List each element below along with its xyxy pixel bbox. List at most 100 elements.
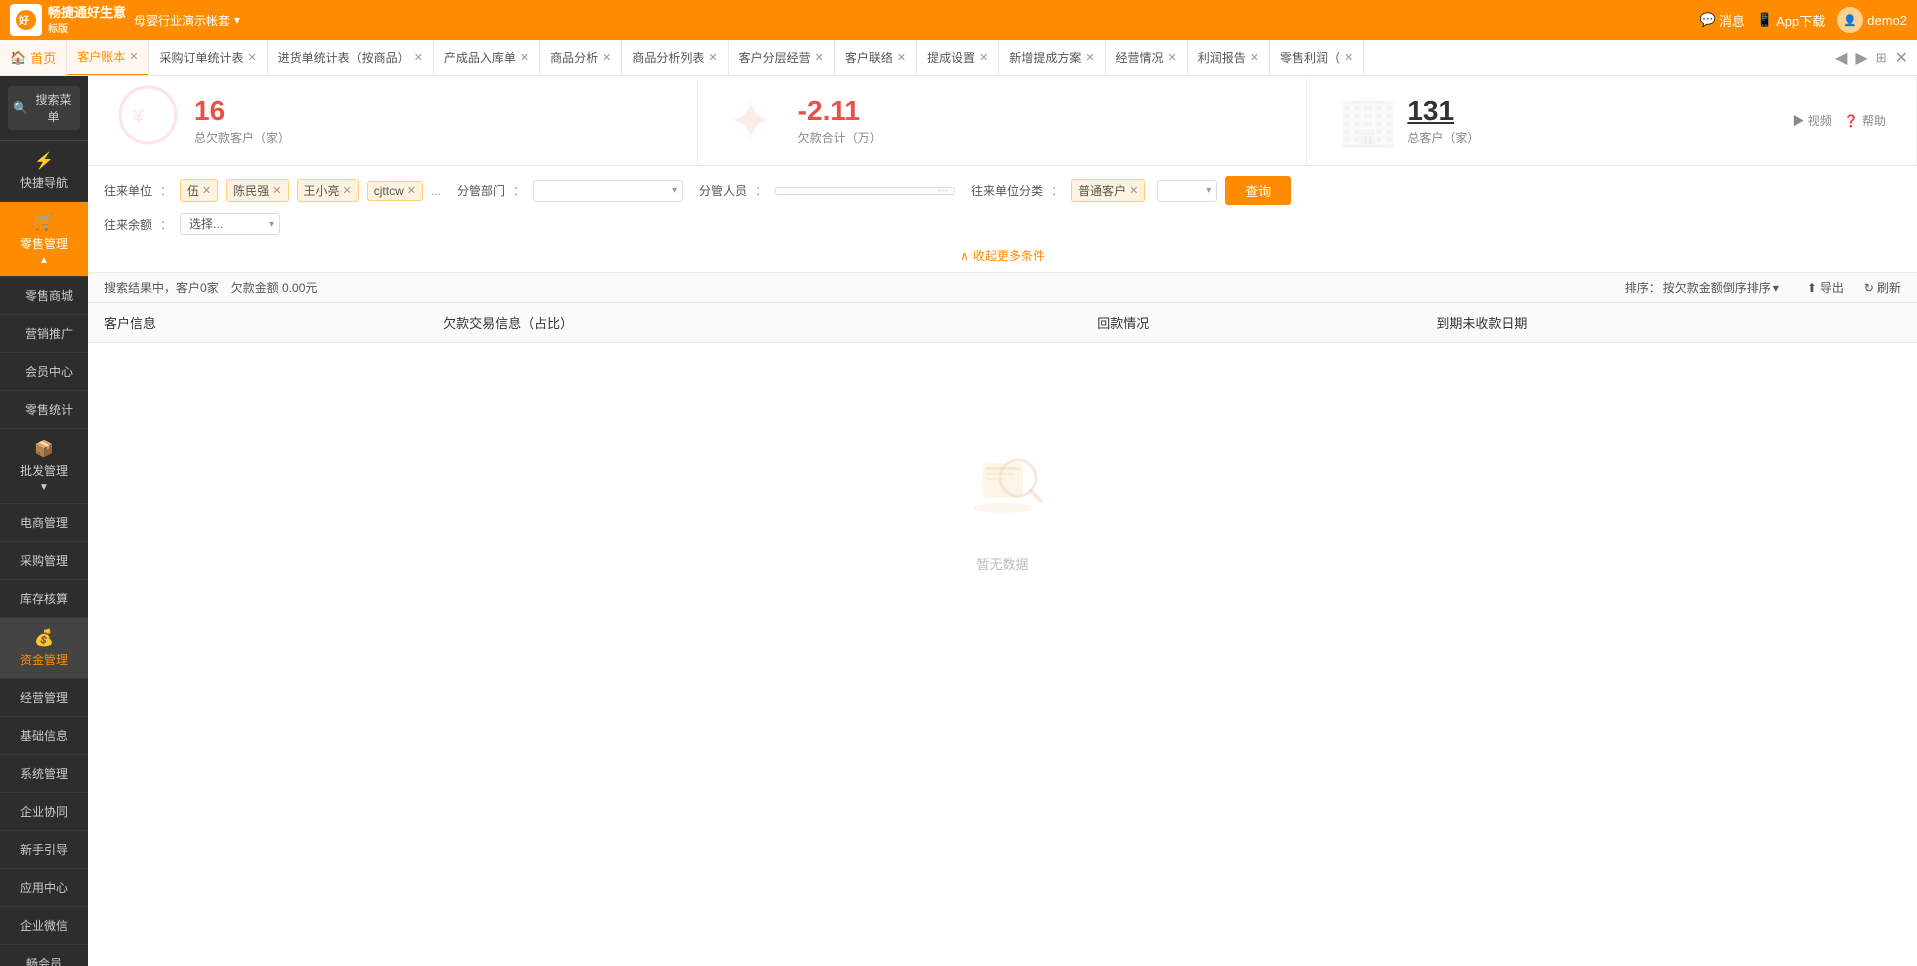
sidebar-item-operations-mgmt-label: 经营管理 <box>20 689 68 706</box>
sidebar-item-wholesale[interactable]: 📦 批发管理 ▼ <box>0 429 88 504</box>
unit-class-select-wrap: ▾ <box>1157 180 1217 202</box>
tab-customer-account[interactable]: 客户账本 ✕ <box>67 40 149 76</box>
tab-customer-segment[interactable]: 客户分层经营 ✕ <box>729 40 835 76</box>
sidebar-item-inventory[interactable]: 库存核算 <box>0 580 88 618</box>
tab-new-reminder[interactable]: 新增提成方案 ✕ <box>999 40 1105 76</box>
person-input-wrap[interactable]: ··· <box>775 187 955 195</box>
refresh-button[interactable]: ↻ 刷新 <box>1864 279 1901 296</box>
quick-nav-icon: ⚡ <box>34 151 54 171</box>
filter-tag-cjttcw-text: cjttcw <box>374 184 404 198</box>
tab-product-entry[interactable]: 产成品入库单 ✕ <box>434 40 540 76</box>
tab-customer-contact[interactable]: 客户联络 ✕ <box>835 40 917 76</box>
tab-customer-account-label: 客户账本 <box>77 48 125 65</box>
video-btn[interactable]: ▶ 视频 <box>1792 112 1831 129</box>
col-customer-info: 客户信息 <box>88 303 427 343</box>
message-btn[interactable]: 💬 消息 <box>1700 11 1745 30</box>
sidebar-item-basic-info[interactable]: 基础信息 <box>0 717 88 755</box>
tab-new-reminder-close[interactable]: ✕ <box>1085 51 1094 64</box>
app-download-btn[interactable]: 📱 App下载 <box>1757 11 1825 30</box>
sidebar-item-enterprise-wechat-label: 企业微信 <box>20 917 68 934</box>
tab-product-analysis-label: 商品分析 <box>550 49 598 66</box>
sort-value: 按欠款金额倒序排序 <box>1663 279 1771 296</box>
filter-more-units[interactable]: ... <box>431 184 441 198</box>
tab-close-all-icon[interactable]: ✕ <box>1892 48 1911 68</box>
tab-reminder-settings-close[interactable]: ✕ <box>979 51 988 64</box>
tab-reminder-settings[interactable]: 提成设置 ✕ <box>917 40 999 76</box>
tab-next-icon[interactable]: ▶ <box>1852 48 1870 68</box>
col-repayment: 回款情况 <box>1081 303 1420 343</box>
account-dropdown[interactable]: 母婴行业演示帐套 ▾ <box>134 12 240 29</box>
sidebar-item-vip-member[interactable]: 畅会员 <box>0 945 88 966</box>
filter-tag-wu: 伍 ✕ <box>180 179 218 202</box>
sidebar-item-marketing[interactable]: 营销推广 <box>0 315 88 353</box>
tab-prev-icon[interactable]: ◀ <box>1832 48 1850 68</box>
tab-product-analysis-list-close[interactable]: ✕ <box>708 51 717 64</box>
filter-tag-chen-close[interactable]: ✕ <box>272 184 281 197</box>
tab-purchase-order-stats[interactable]: 采购订单统计表 ✕ <box>149 40 267 76</box>
tab-product-analysis[interactable]: 商品分析 ✕ <box>540 40 622 76</box>
sidebar-item-quick-nav[interactable]: ⚡ 快捷导航 <box>0 141 88 202</box>
stat-card-actions: ▶ 视频 ❓ 帮助 <box>1792 112 1886 129</box>
tab-profit-report[interactable]: 利润报告 ✕ <box>1188 40 1270 76</box>
top-bar: 好 畅捷通好生意 标版 母婴行业演示帐套 ▾ 💬 消息 📱 App下载 👤 de… <box>0 0 1917 40</box>
person-input-dots[interactable]: ··· <box>938 185 948 196</box>
sidebar-item-system[interactable]: 系统管理 <box>0 755 88 793</box>
query-button[interactable]: 查询 <box>1225 176 1291 205</box>
filter-tag-normal-customer-close[interactable]: ✕ <box>1129 184 1138 197</box>
search-menu-button[interactable]: 🔍 搜索菜单 <box>8 86 80 130</box>
dept-select[interactable] <box>533 180 683 202</box>
tab-customer-account-close[interactable]: ✕ <box>129 50 138 63</box>
export-label: 导出 <box>1820 279 1844 296</box>
filter-tag-cjttcw-close[interactable]: ✕ <box>407 184 416 197</box>
export-button[interactable]: ⬆ 导出 <box>1807 279 1844 296</box>
stat-credit-amount-value: -2.11 <box>798 95 882 127</box>
tab-expand-icon[interactable]: ⊞ <box>1873 50 1890 66</box>
tab-retail-profit[interactable]: 零售利润（ ✕ <box>1270 40 1364 76</box>
filter-tag-chen-text: 陈民强 <box>233 182 269 199</box>
tab-operations[interactable]: 经营情况 ✕ <box>1106 40 1188 76</box>
sidebar-item-ecommerce[interactable]: 电商管理 <box>0 504 88 542</box>
sidebar-item-operations-mgmt[interactable]: 经营管理 <box>0 679 88 717</box>
sidebar-item-inventory-label: 库存核算 <box>20 590 68 607</box>
tab-product-entry-close[interactable]: ✕ <box>520 51 529 64</box>
sidebar-item-retail-stats[interactable]: 零售统计 <box>0 391 88 429</box>
sidebar-item-app-center[interactable]: 应用中心 <box>0 869 88 907</box>
tab-customer-contact-close[interactable]: ✕ <box>897 51 906 64</box>
tab-operations-close[interactable]: ✕ <box>1168 51 1177 64</box>
tab-product-analysis-list[interactable]: 商品分析列表 ✕ <box>622 40 728 76</box>
tab-incoming-stats-close[interactable]: ✕ <box>414 51 423 64</box>
tab-product-analysis-close[interactable]: ✕ <box>602 51 611 64</box>
sidebar-item-new-guide[interactable]: 新手引导 <box>0 831 88 869</box>
sidebar-item-retail-mall[interactable]: 零售商城 <box>0 277 88 315</box>
sort-select[interactable]: 排序： 按欠款金额倒序排序 ▾ <box>1625 279 1779 296</box>
search-result-text: 搜索结果中，客户0家 <box>104 279 219 296</box>
tab-purchase-order-stats-close[interactable]: ✕ <box>247 51 256 64</box>
tab-home[interactable]: 🏠 首页 <box>0 40 67 76</box>
sidebar-item-enterprise[interactable]: 企业协同 <box>0 793 88 831</box>
tab-retail-profit-close[interactable]: ✕ <box>1344 51 1353 64</box>
unit-class-select[interactable] <box>1157 180 1217 202</box>
sidebar-item-purchase[interactable]: 采购管理 <box>0 542 88 580</box>
export-icon: ⬆ <box>1807 281 1817 295</box>
sidebar-item-retail[interactable]: 🛒 零售管理 ▲ <box>0 202 88 277</box>
tab-home-label: 首页 <box>30 48 56 67</box>
tab-product-entry-label: 产成品入库单 <box>444 49 516 66</box>
tab-customer-segment-close[interactable]: ✕ <box>815 51 824 64</box>
filter-tag-wang-close[interactable]: ✕ <box>343 184 352 197</box>
credit-amount-bg-icon: ✦ <box>728 89 774 153</box>
account-name: 母婴行业演示帐套 <box>134 12 230 29</box>
sidebar-item-finance[interactable]: 💰 资金管理 <box>0 618 88 679</box>
filter-tag-wang-text: 王小亮 <box>304 182 340 199</box>
help-btn[interactable]: ❓ 帮助 <box>1844 112 1886 129</box>
tab-profit-report-close[interactable]: ✕ <box>1250 51 1259 64</box>
dept-select-wrap: ▾ <box>533 180 683 202</box>
collapse-button[interactable]: ∧ 收起更多条件 <box>104 243 1901 272</box>
sidebar-item-enterprise-wechat[interactable]: 企业微信 <box>0 907 88 945</box>
filter-tag-wu-close[interactable]: ✕ <box>202 184 211 197</box>
sidebar-item-member[interactable]: 会员中心 <box>0 353 88 391</box>
tab-incoming-stats[interactable]: 进货单统计表（按商品） ✕ <box>268 40 434 76</box>
balance-select[interactable]: 选择... <box>180 213 280 235</box>
user-avatar-area[interactable]: 👤 demo2 <box>1837 7 1907 33</box>
help-icon: ❓ <box>1844 114 1859 128</box>
tab-bar: 🏠 首页 客户账本 ✕ 采购订单统计表 ✕ 进货单统计表（按商品） ✕ 产成品入… <box>0 40 1917 76</box>
